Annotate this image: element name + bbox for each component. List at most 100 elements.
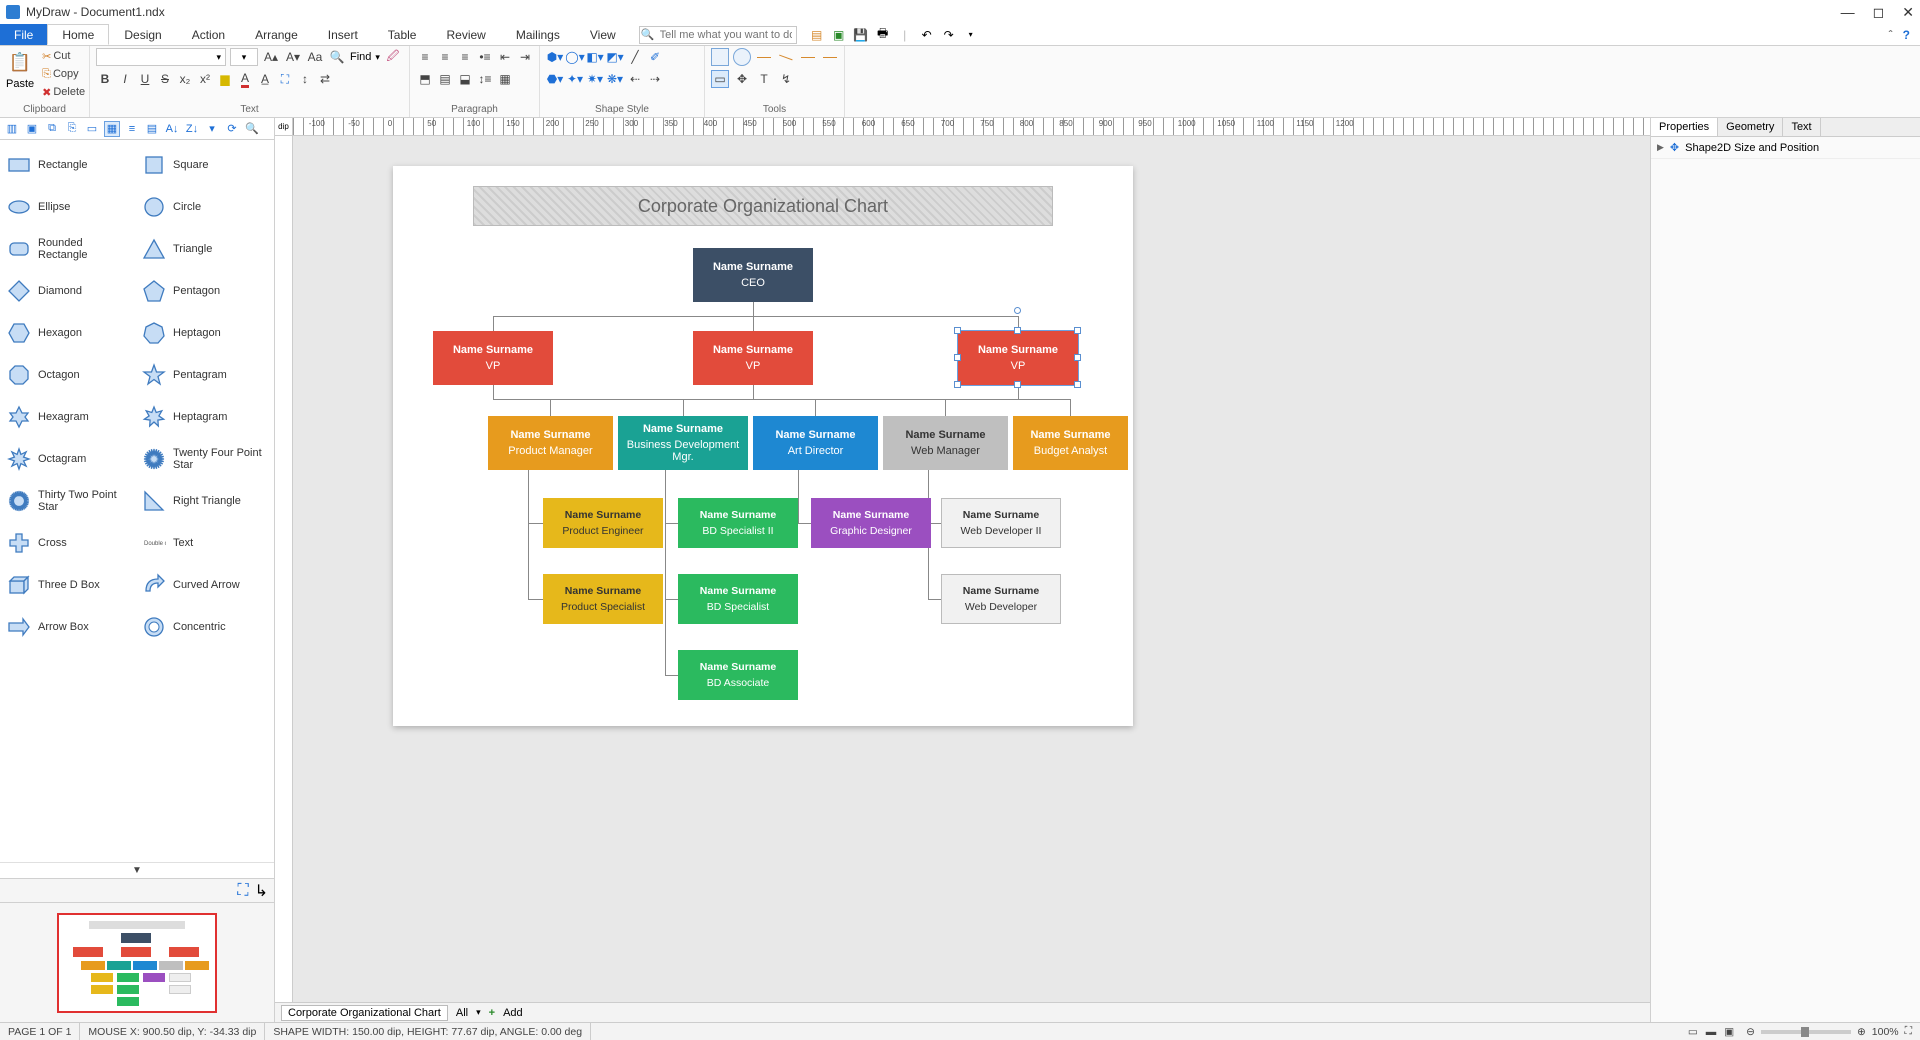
qat-open-icon[interactable]: ▣ bbox=[831, 27, 847, 43]
connector[interactable] bbox=[665, 470, 666, 676]
qat-dropdown-icon[interactable]: ▾ bbox=[963, 27, 979, 43]
connector[interactable] bbox=[493, 316, 494, 331]
draw-connector-icon[interactable] bbox=[821, 48, 839, 66]
paste-icon[interactable]: 📋 bbox=[6, 48, 34, 76]
shape-item-carrow[interactable]: Curved Arrow bbox=[139, 566, 270, 604]
connector[interactable] bbox=[665, 675, 678, 676]
pointer-tool-icon[interactable]: ▭ bbox=[711, 70, 729, 88]
selection-handle[interactable] bbox=[1074, 354, 1081, 361]
view-wide-icon[interactable]: ▬ bbox=[1702, 1026, 1721, 1038]
connector[interactable] bbox=[528, 470, 529, 600]
lt-new-icon[interactable]: ▥ bbox=[4, 121, 20, 137]
lt-filter-icon[interactable]: ▾ bbox=[204, 121, 220, 137]
draw-ellipse-icon[interactable] bbox=[733, 48, 751, 66]
para-bg-icon[interactable]: ▦ bbox=[496, 70, 514, 88]
connector[interactable] bbox=[1018, 399, 1070, 400]
shape-item-heptagram[interactable]: Heptagram bbox=[139, 398, 270, 436]
connector[interactable] bbox=[753, 385, 754, 399]
selection-handle[interactable] bbox=[1014, 327, 1021, 334]
page-tab-all-dropdown-icon[interactable]: ▾ bbox=[476, 1007, 481, 1018]
page-thumbnail[interactable] bbox=[57, 913, 217, 1013]
pan-tool-icon[interactable]: ✥ bbox=[733, 70, 751, 88]
connector[interactable] bbox=[493, 316, 1018, 317]
find-button[interactable]: Find bbox=[350, 51, 371, 63]
underline-button[interactable]: U bbox=[136, 70, 154, 88]
org-node[interactable]: Name SurnameGraphic Designer bbox=[811, 498, 931, 548]
selection-handle[interactable] bbox=[1074, 381, 1081, 388]
zoom-in-icon[interactable]: ⊕ bbox=[1857, 1026, 1866, 1038]
delete-icon[interactable]: ✖ bbox=[42, 86, 51, 99]
add-page-icon[interactable]: + bbox=[489, 1007, 495, 1019]
font-color-icon[interactable]: A bbox=[236, 70, 254, 88]
connector[interactable] bbox=[1070, 399, 1071, 416]
shape-item-cross[interactable]: Cross bbox=[4, 524, 135, 562]
draw-line-icon[interactable] bbox=[755, 48, 773, 66]
highlight-icon[interactable]: ▆ bbox=[216, 70, 234, 88]
qat-save-icon[interactable]: 💾 bbox=[853, 27, 869, 43]
replace-icon[interactable]: ⇄ bbox=[316, 70, 334, 88]
view-normal-icon[interactable]: ▭ bbox=[1684, 1026, 1702, 1038]
superscript-button[interactable]: x² bbox=[196, 70, 214, 88]
clear-format-icon[interactable]: 🖉 bbox=[384, 48, 402, 66]
corner-icon[interactable]: ◩▾ bbox=[606, 48, 624, 66]
decrease-font-icon[interactable]: A▾ bbox=[284, 48, 302, 66]
selection-handle[interactable] bbox=[1014, 381, 1021, 388]
shape-item-triangle[interactable]: Triangle bbox=[139, 230, 270, 268]
connector[interactable] bbox=[753, 316, 754, 331]
indent-inc-icon[interactable]: ⇥ bbox=[516, 48, 534, 66]
align-bot-icon[interactable]: ⬓ bbox=[456, 70, 474, 88]
connector[interactable] bbox=[528, 599, 543, 600]
cut-icon[interactable]: ✂ bbox=[42, 50, 51, 63]
arrow-end-icon[interactable]: ⇢ bbox=[646, 70, 664, 88]
align-mid-icon[interactable]: ▤ bbox=[436, 70, 454, 88]
lt-sort-za-icon[interactable]: Z↓ bbox=[184, 121, 200, 137]
lt-sort-az-icon[interactable]: A↓ bbox=[164, 121, 180, 137]
theme-effect-icon[interactable]: ✷▾ bbox=[586, 70, 604, 88]
align-left-icon[interactable]: ≡ bbox=[416, 48, 434, 66]
draw-arc-icon[interactable] bbox=[774, 45, 797, 68]
connector-tool-icon[interactable]: ↯ bbox=[777, 70, 795, 88]
prop-tab-text[interactable]: Text bbox=[1783, 118, 1820, 136]
org-node[interactable]: Name SurnameBusiness Development Mgr. bbox=[618, 416, 748, 470]
shape-item-text[interactable]: Double click and type your textText bbox=[139, 524, 270, 562]
shape-item-rect[interactable]: Rectangle bbox=[4, 146, 135, 184]
theme-font-icon[interactable]: ❋▾ bbox=[606, 70, 624, 88]
change-case-icon[interactable]: Aa bbox=[306, 48, 324, 66]
shape-item-rrect[interactable]: Rounded Rectangle bbox=[4, 230, 135, 268]
shape-item-box3d[interactable]: Three D Box bbox=[4, 566, 135, 604]
shape-item-circle[interactable]: Circle bbox=[139, 188, 270, 226]
connector[interactable] bbox=[493, 399, 550, 400]
qat-new-icon[interactable]: ▤ bbox=[809, 27, 825, 43]
tab-view[interactable]: View bbox=[575, 24, 631, 45]
shape-item-hexagram[interactable]: Hexagram bbox=[4, 398, 135, 436]
increase-font-icon[interactable]: A▴ bbox=[262, 48, 280, 66]
connector[interactable] bbox=[815, 399, 816, 416]
line-spacing-icon[interactable]: ↕≡ bbox=[476, 70, 494, 88]
stroke-icon[interactable]: ◯▾ bbox=[566, 48, 584, 66]
shape-item-square[interactable]: Square bbox=[139, 146, 270, 184]
bold-button[interactable]: B bbox=[96, 70, 114, 88]
shape-item-octagon[interactable]: Octagon bbox=[4, 356, 135, 394]
connector[interactable] bbox=[798, 523, 811, 524]
lt-search-icon[interactable]: 🔍 bbox=[244, 121, 260, 137]
tell-me-input[interactable] bbox=[656, 27, 796, 43]
tab-file[interactable]: File bbox=[0, 24, 47, 45]
connector[interactable] bbox=[665, 523, 678, 524]
find-icon[interactable]: 🔍 bbox=[328, 48, 346, 66]
lt-list-icon[interactable]: ≡ bbox=[124, 121, 140, 137]
page[interactable]: Corporate Organizational Chart Name Surn… bbox=[393, 166, 1133, 726]
find-dropdown-icon[interactable]: ▾ bbox=[375, 52, 380, 63]
align-right-icon[interactable]: ≡ bbox=[456, 48, 474, 66]
paste-button[interactable]: Paste bbox=[6, 78, 34, 90]
shape-item-abox[interactable]: Arrow Box bbox=[4, 608, 135, 646]
org-node[interactable]: Name SurnameVP bbox=[433, 331, 553, 385]
window-minimize-icon[interactable]: — bbox=[1841, 4, 1855, 21]
panel-collapse-icon[interactable]: ▼ bbox=[0, 862, 274, 878]
delete-button[interactable]: Delete bbox=[53, 86, 85, 98]
add-page-button[interactable]: Add bbox=[503, 1007, 523, 1019]
bullet-list-icon[interactable]: •≡ bbox=[476, 48, 494, 66]
window-maximize-icon[interactable]: ◻ bbox=[1873, 4, 1885, 21]
tab-home[interactable]: Home bbox=[47, 24, 109, 45]
selection-handle[interactable] bbox=[954, 354, 961, 361]
org-node[interactable]: Name SurnameCEO bbox=[693, 248, 813, 302]
